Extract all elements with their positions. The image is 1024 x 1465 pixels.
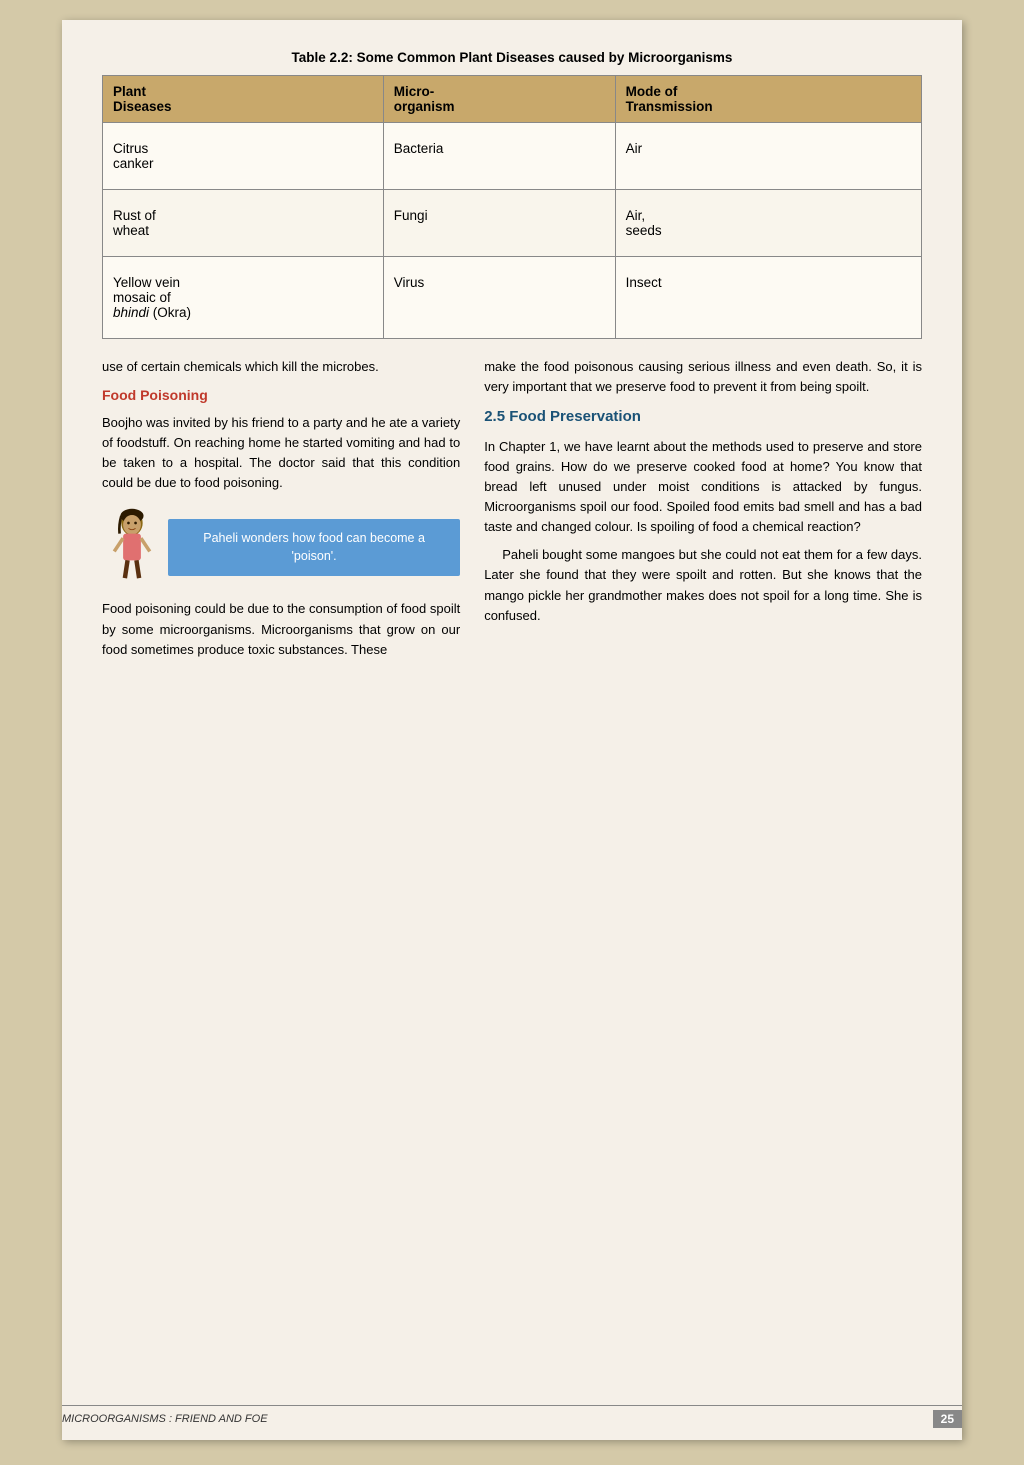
paheli-container: Paheli wonders how food can become a 'po… xyxy=(102,507,460,587)
table-row: Yellow veinmosaic ofbhindi (Okra) Virus … xyxy=(103,257,922,339)
food-poisoning-para1: Boojho was invited by his friend to a pa… xyxy=(102,413,460,494)
cell-organism-3: Virus xyxy=(383,257,615,339)
food-poisoning-heading: Food Poisoning xyxy=(102,385,460,407)
cell-disease-1: Citruscanker xyxy=(103,123,384,190)
food-preservation-para1: In Chapter 1, we have learnt about the m… xyxy=(484,437,922,538)
two-column-section: use of certain chemicals which kill the … xyxy=(102,357,922,668)
table-row: Rust ofwheat Fungi Air,seeds xyxy=(103,190,922,257)
table-row: Citruscanker Bacteria Air xyxy=(103,123,922,190)
cell-disease-3: Yellow veinmosaic ofbhindi (Okra) xyxy=(103,257,384,339)
left-column: use of certain chemicals which kill the … xyxy=(102,357,460,668)
page: Table 2.2: Some Common Plant Diseases ca… xyxy=(62,20,962,1440)
paheli-figure xyxy=(102,507,162,587)
col-header-mode: Mode ofTransmission xyxy=(615,76,921,123)
cell-mode-2: Air,seeds xyxy=(615,190,921,257)
cell-disease-2: Rust ofwheat xyxy=(103,190,384,257)
footer-left-text: MICROORGANISMS : FRIEND AND FOE xyxy=(62,1413,268,1425)
right-column: make the food poisonous causing serious … xyxy=(484,357,922,668)
paheli-text: Paheli wonders how food can become a 'po… xyxy=(203,531,425,564)
food-poisoning-para2: Food poisoning could be due to the consu… xyxy=(102,599,460,659)
footer: MICROORGANISMS : FRIEND AND FOE 25 xyxy=(62,1405,962,1428)
cell-mode-3: Insect xyxy=(615,257,921,339)
food-preservation-para2: Paheli bought some mangoes but she could… xyxy=(484,545,922,626)
page-number: 25 xyxy=(933,1410,962,1428)
intro-text-right: make the food poisonous causing serious … xyxy=(484,357,922,397)
intro-text-left: use of certain chemicals which kill the … xyxy=(102,357,460,377)
cell-organism-1: Bacteria xyxy=(383,123,615,190)
col-header-disease: PlantDiseases xyxy=(103,76,384,123)
col-header-organism: Micro-organism xyxy=(383,76,615,123)
cell-organism-2: Fungi xyxy=(383,190,615,257)
table-title: Table 2.2: Some Common Plant Diseases ca… xyxy=(102,50,922,65)
disease-table: PlantDiseases Micro-organism Mode ofTran… xyxy=(102,75,922,339)
paheli-box: Paheli wonders how food can become a 'po… xyxy=(168,519,460,577)
paheli-illustration xyxy=(102,507,162,587)
food-preservation-heading: 2.5 Food Preservation xyxy=(484,405,922,428)
cell-mode-1: Air xyxy=(615,123,921,190)
